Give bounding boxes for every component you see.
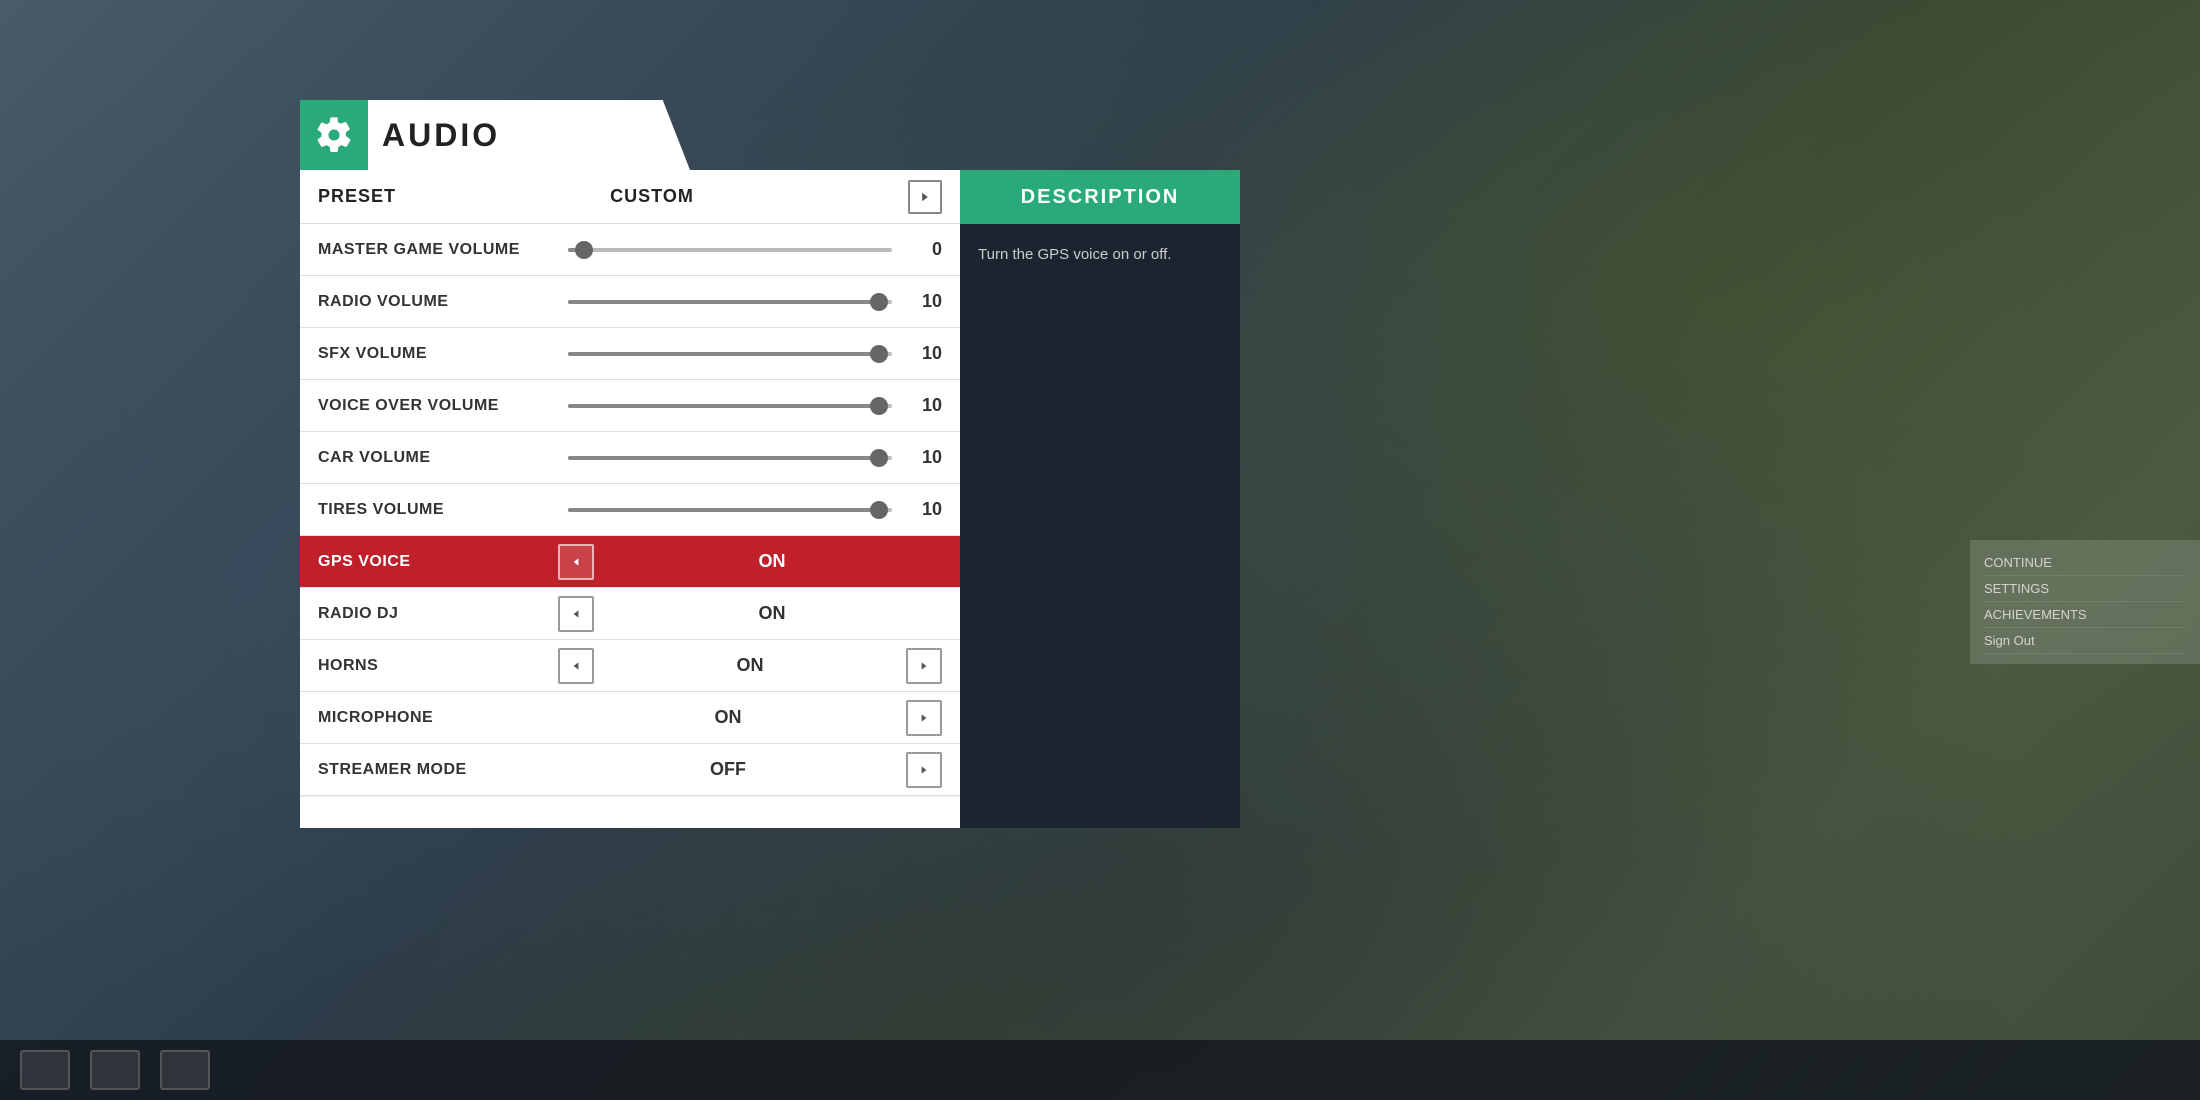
tires-volume-slider[interactable]	[568, 508, 892, 512]
voice-over-volume-row: VOICE OVER VOLUME 10	[300, 380, 960, 432]
master-game-volume-row: MASTER GAME VOLUME 0	[300, 224, 960, 276]
streamer-mode-next-button[interactable]	[906, 752, 942, 788]
main-panel: PRESET CUSTOM MASTER GAME VOLUME 0 R	[300, 170, 1240, 828]
description-header: DESCRIPTION	[960, 170, 1240, 224]
radio-dj-value: ON	[602, 603, 942, 624]
microphone-row: MICROPHONE ON	[300, 692, 960, 744]
horns-label: HORNS	[318, 657, 558, 675]
tires-volume-label: TIRES VOLUME	[318, 501, 558, 519]
gps-voice-row: GPS VOICE ON	[300, 536, 960, 588]
master-game-volume-slider[interactable]	[568, 248, 892, 252]
tires-volume-row: TIRES VOLUME 10	[300, 484, 960, 536]
car-volume-slider[interactable]	[568, 456, 892, 460]
bottom-bar	[0, 1040, 2200, 1100]
bottom-spacer	[300, 796, 960, 828]
streamer-mode-row: STREAMER MODE OFF	[300, 744, 960, 796]
gear-icon	[315, 116, 353, 154]
microphone-label: MICROPHONE	[318, 709, 558, 727]
radio-volume-label: RADIO VOLUME	[318, 293, 558, 311]
radio-volume-slider[interactable]	[568, 300, 892, 304]
sfx-volume-label: SFX VOLUME	[318, 345, 558, 363]
horns-value: ON	[602, 655, 898, 676]
radio-volume-row: RADIO VOLUME 10	[300, 276, 960, 328]
description-body: Turn the GPS voice on or off.	[960, 224, 1240, 287]
bottom-btn-1[interactable]	[20, 1050, 70, 1090]
car-volume-label: CAR VOLUME	[318, 449, 558, 467]
right-side-panel: CONTINUE SETTINGS ACHIEVEMENTS Sign Out	[1970, 540, 2200, 664]
horns-row: HORNS ON	[300, 640, 960, 692]
voice-over-volume-label: VOICE OVER VOLUME	[318, 397, 558, 415]
voice-over-volume-value: 10	[912, 395, 942, 416]
preset-row: PRESET CUSTOM	[300, 170, 960, 224]
radio-volume-value: 10	[912, 291, 942, 312]
microphone-next-button[interactable]	[906, 700, 942, 736]
audio-header: AUDIO	[300, 100, 690, 170]
right-side-item-achievements[interactable]: ACHIEVEMENTS	[1984, 602, 2186, 628]
sfx-volume-value: 10	[912, 343, 942, 364]
radio-dj-prev-button[interactable]	[558, 596, 594, 632]
preset-next-button[interactable]	[908, 180, 942, 214]
streamer-mode-value: OFF	[558, 759, 898, 780]
settings-panel: PRESET CUSTOM MASTER GAME VOLUME 0 R	[300, 170, 960, 828]
horns-next-button[interactable]	[906, 648, 942, 684]
bottom-btn-2[interactable]	[90, 1050, 140, 1090]
master-game-volume-value: 0	[912, 239, 942, 260]
radio-dj-row: RADIO DJ ON	[300, 588, 960, 640]
custom-label: CUSTOM	[610, 186, 694, 207]
gps-voice-label: GPS VOICE	[318, 553, 558, 571]
sfx-volume-row: SFX VOLUME 10	[300, 328, 960, 380]
streamer-mode-label: STREAMER MODE	[318, 761, 558, 779]
right-side-item-signout[interactable]: Sign Out	[1984, 628, 2186, 654]
microphone-value: ON	[558, 707, 898, 728]
car-volume-value: 10	[912, 447, 942, 468]
gear-icon-box	[300, 100, 368, 170]
description-text: Turn the GPS voice on or off.	[978, 246, 1171, 263]
voice-over-volume-slider[interactable]	[568, 404, 892, 408]
master-game-volume-label: MASTER GAME VOLUME	[318, 241, 558, 259]
ui-container: AUDIO PRESET CUSTOM MASTER GAME VOLUME	[300, 100, 1240, 828]
sfx-volume-slider[interactable]	[568, 352, 892, 356]
gps-voice-prev-button[interactable]	[558, 544, 594, 580]
car-volume-row: CAR VOLUME 10	[300, 432, 960, 484]
page-title: AUDIO	[368, 117, 500, 154]
radio-dj-label: RADIO DJ	[318, 605, 558, 623]
right-side-item-continue[interactable]: CONTINUE	[1984, 550, 2186, 576]
right-side-item-settings[interactable]: SETTINGS	[1984, 576, 2186, 602]
description-panel: DESCRIPTION Turn the GPS voice on or off…	[960, 170, 1240, 828]
bottom-btn-3[interactable]	[160, 1050, 210, 1090]
horns-prev-button[interactable]	[558, 648, 594, 684]
tires-volume-value: 10	[912, 499, 942, 520]
description-title: DESCRIPTION	[1021, 186, 1180, 209]
preset-label: PRESET	[318, 186, 396, 207]
gps-voice-value: ON	[602, 551, 942, 572]
